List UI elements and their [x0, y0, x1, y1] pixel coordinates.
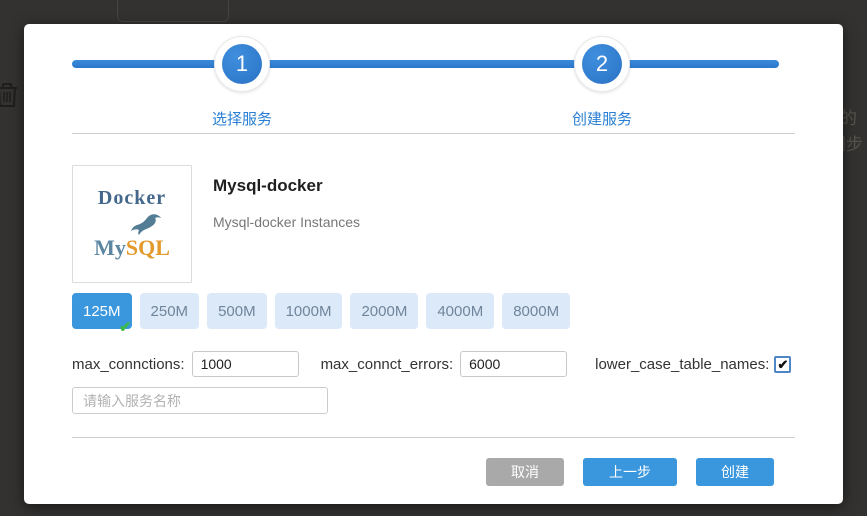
mysql-logo-my: My: [94, 235, 126, 260]
previous-step-button[interactable]: 上一步: [583, 458, 677, 486]
memory-option-label: 125M: [83, 302, 121, 320]
memory-option-125m[interactable]: 125M ✔: [72, 293, 132, 335]
memory-option-label: 2000M: [361, 302, 408, 320]
memory-option-2000m[interactable]: 2000M: [350, 293, 419, 329]
background-button-outline: [117, 0, 229, 22]
step-2-number: 2: [582, 44, 622, 84]
step-2-circle: 2: [574, 36, 630, 92]
memory-option-250m[interactable]: 250M: [139, 293, 200, 329]
service-logo: Docker MySQL: [72, 165, 192, 283]
step-1-label: 选择服务: [211, 111, 272, 128]
selected-check-icon: ✔: [118, 319, 132, 336]
create-service-dialog: 1 2 选择服务 创建服务 Docker MySQL Mysql-docker …: [24, 24, 843, 504]
memory-option-4000m[interactable]: 4000M: [426, 293, 495, 329]
memory-option-label: 1000M: [285, 302, 332, 320]
cancel-button[interactable]: 取消: [486, 458, 564, 486]
max-connect-errors-input[interactable]: [460, 351, 568, 377]
parameters-row: max_connctions: max_connct_errors: lower…: [72, 350, 792, 378]
memory-option-label: 4000M: [437, 302, 484, 320]
step-1-number: 1: [222, 44, 262, 84]
service-subtitle: Mysql-docker Instances: [213, 214, 361, 230]
stepper-progress-bar: [72, 60, 779, 68]
lower-case-table-names-label: lower_case_table_names:: [595, 355, 770, 373]
mysql-logo-text: MySQL: [94, 235, 170, 261]
max-connections-label: max_connctions:: [72, 355, 185, 373]
service-title: Mysql-docker: [213, 176, 323, 195]
checkbox-check-icon: ✔: [777, 356, 789, 372]
docker-logo-text: Docker: [97, 187, 167, 209]
mysql-logo-sql: SQL: [125, 235, 170, 260]
memory-option-label: 250M: [150, 302, 189, 320]
memory-option-label: 8000M: [513, 302, 560, 320]
header-divider: [72, 133, 795, 134]
trash-icon: [0, 81, 19, 114]
step-2-label: 创建服务: [571, 111, 632, 128]
memory-option-1000m[interactable]: 1000M: [274, 293, 343, 329]
service-name-input[interactable]: [72, 387, 328, 414]
step-1-circle: 1: [214, 36, 270, 92]
memory-option-label: 500M: [218, 302, 256, 320]
footer-divider: [72, 437, 795, 438]
lower-case-table-names-checkbox[interactable]: ✔: [774, 355, 792, 373]
memory-option-500m[interactable]: 500M: [207, 293, 267, 329]
memory-option-8000m[interactable]: 8000M: [502, 293, 571, 329]
memory-options-row: 125M ✔ 250M 500M 1000M 2000M 4000M 8000M: [72, 293, 571, 335]
create-button[interactable]: 创建: [696, 458, 774, 486]
max-connections-input[interactable]: [191, 351, 299, 377]
max-connect-errors-label: max_connct_errors:: [320, 355, 454, 373]
